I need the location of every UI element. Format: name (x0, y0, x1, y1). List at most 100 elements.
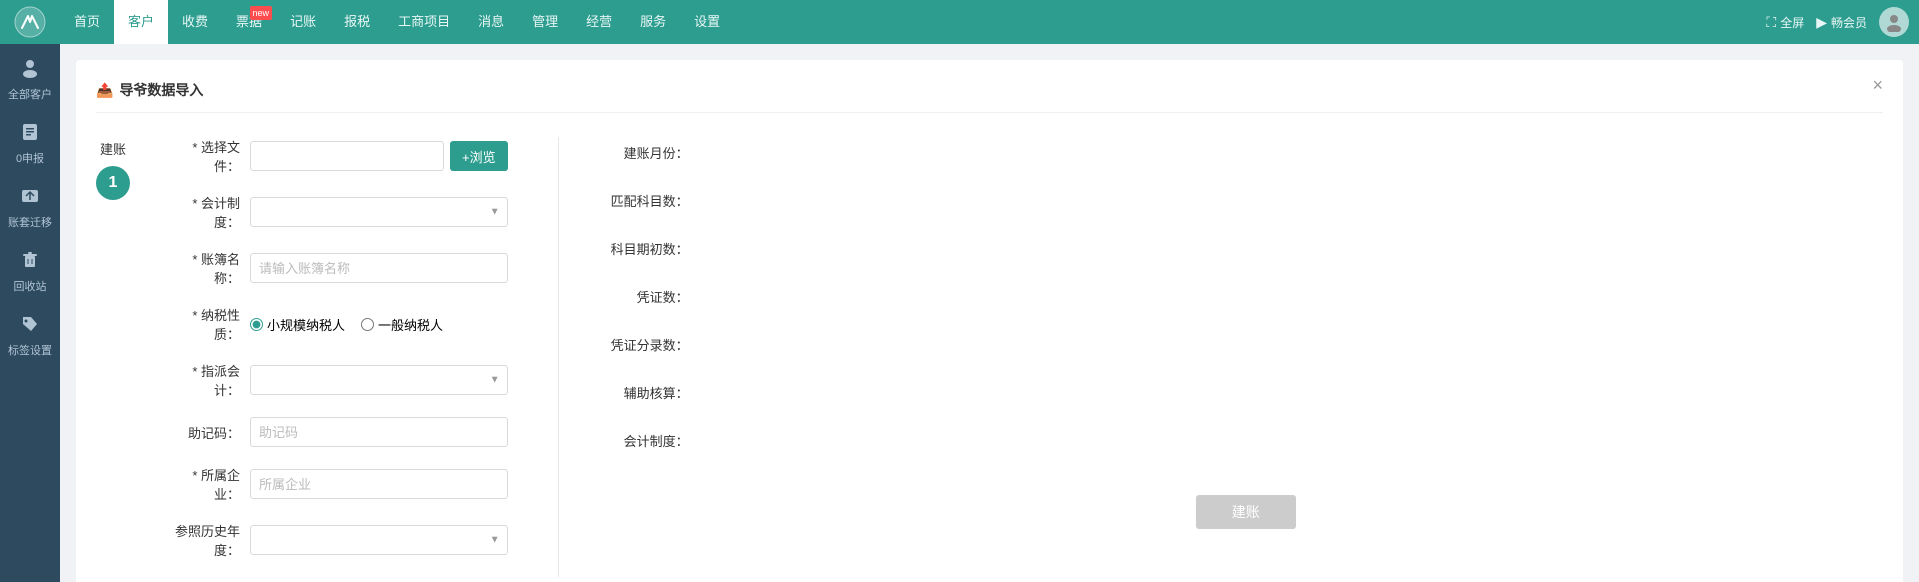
info-accounting-value (699, 425, 1883, 455)
match-value (699, 185, 1883, 215)
info-accounting-row: 会计制度： (609, 425, 1883, 455)
nav-home[interactable]: 首页 (60, 0, 114, 44)
memo-row: 助记码： (170, 417, 508, 447)
nav-service[interactable]: 服务 (626, 0, 680, 44)
nav-settings[interactable]: 设置 (680, 0, 734, 44)
accountant-select-wrapper: ▼ (250, 365, 508, 395)
period-label: 科目期初数： (609, 239, 699, 258)
accountant-label: * 指派会计： (170, 361, 250, 399)
nav-message[interactable]: 消息 (464, 0, 518, 44)
close-button[interactable]: × (1872, 76, 1883, 94)
submit-button[interactable]: 建账 (1196, 495, 1296, 529)
nav-bookkeeping[interactable]: 记账 (276, 0, 330, 44)
form-right: 建账月份： 匹配科目数： 科目期初数： 凭证数： (609, 137, 1883, 577)
sidebar-item-declaration[interactable]: 0申报 (0, 114, 60, 174)
tax-general-option[interactable]: 一般纳税人 (361, 315, 443, 334)
info-fields: 建账月份： 匹配科目数： 科目期初数： 凭证数： (609, 137, 1883, 455)
ledger-label: * 账簿名称： (170, 249, 250, 287)
tax-row: * 纳税性质： 小规模纳税人 一般纳税人 (170, 305, 508, 343)
company-label: * 所属企业： (170, 465, 250, 503)
auxiliary-label: 辅助核算： (609, 383, 699, 402)
voucher-row: 凭证数： (609, 281, 1883, 311)
nav-right: ⛶ 全屏 ▶ 畅会员 (1766, 7, 1909, 37)
nav-manage[interactable]: 管理 (518, 0, 572, 44)
member-btn[interactable]: ▶ 畅会员 (1816, 14, 1867, 31)
file-input[interactable] (250, 141, 444, 171)
sidebar: 全部客户 0申报 账套迁移 (0, 44, 60, 582)
accounting-row: * 会计制度： 小企业会计准则 企业会计准则 行政单位会计 ▼ (170, 193, 508, 231)
match-row: 匹配科目数： (609, 185, 1883, 215)
accountant-select[interactable] (250, 365, 508, 395)
submit-area: 建账 (609, 495, 1883, 529)
voucher-value (699, 281, 1883, 311)
voucher-entries-row: 凭证分录数： (609, 329, 1883, 359)
sidebar-item-tags[interactable]: 标签设置 (0, 306, 60, 366)
panel-title-icon: 📤 (96, 82, 113, 99)
history-select-wrapper: ▼ (250, 525, 508, 555)
info-accounting-label: 会计制度： (609, 431, 699, 450)
tax-small-option[interactable]: 小规模纳税人 (250, 315, 345, 334)
tax-radio-group: 小规模纳税人 一般纳税人 (250, 315, 443, 334)
logo (10, 2, 50, 42)
match-label: 匹配科目数： (609, 191, 699, 210)
nav-items: 首页 客户 收费 票据 new 记账 报税 工商项目 消息 管理 经营 服务 设… (60, 0, 1766, 44)
nav-invoice[interactable]: 票据 new (222, 0, 276, 44)
sidebar-item-label: 全部客户 (8, 86, 52, 102)
top-nav: 首页 客户 收费 票据 new 记账 报税 工商项目 消息 管理 经营 服务 设… (0, 0, 1919, 44)
history-row: 参照历史年度： ▼ (170, 521, 508, 559)
file-input-wrapper: +浏览 (250, 141, 508, 171)
ledger-row: * 账簿名称： (170, 249, 508, 287)
step-badge: 1 (96, 166, 130, 200)
history-label: 参照历史年度： (170, 521, 250, 559)
file-label: * 选择文件： (170, 137, 250, 175)
nav-business[interactable]: 工商项目 (384, 0, 464, 44)
month-label: 建账月份： (609, 143, 699, 162)
panel: 📤 导爷数据导入 × 建账 1 * 选择文件： (76, 60, 1903, 582)
voucher-entries-label: 凭证分录数： (609, 335, 699, 354)
auxiliary-value (699, 377, 1883, 407)
sidebar-item-all-customers[interactable]: 全部客户 (0, 50, 60, 110)
month-row: 建账月份： (609, 137, 1883, 167)
sidebar-item-trash[interactable]: 回收站 (0, 242, 60, 302)
memo-label: 助记码： (170, 423, 250, 442)
sidebar-item-migration[interactable]: 账套迁移 (0, 178, 60, 238)
declaration-icon (20, 122, 40, 147)
build-label: 建账 (100, 139, 126, 158)
trash-icon (20, 250, 40, 275)
nav-customer[interactable]: 客户 (114, 0, 168, 44)
accounting-select[interactable]: 小企业会计准则 企业会计准则 行政单位会计 (250, 197, 508, 227)
accountant-row: * 指派会计： ▼ (170, 361, 508, 399)
sidebar-item-label: 0申报 (16, 150, 44, 166)
memo-input[interactable] (250, 417, 508, 447)
file-row: * 选择文件： +浏览 (170, 137, 508, 175)
voucher-entries-value (699, 329, 1883, 359)
form-fields: * 选择文件： +浏览 * 会计制度： 小企业会计准则 (170, 137, 508, 577)
form-container: 建账 1 * 选择文件： +浏览 (96, 137, 1883, 577)
company-input[interactable] (250, 469, 508, 499)
migration-icon (20, 186, 40, 211)
fullscreen-btn[interactable]: ⛶ 全屏 (1766, 14, 1804, 31)
tags-icon (20, 314, 40, 339)
nav-billing[interactable]: 收费 (168, 0, 222, 44)
new-badge: new (250, 6, 273, 20)
sidebar-item-label: 账套迁移 (8, 214, 52, 230)
panel-title: 📤 导爷数据导入 (96, 80, 1883, 113)
main-layout: 全部客户 0申报 账套迁移 (0, 44, 1919, 582)
period-row: 科目期初数： (609, 233, 1883, 263)
browse-button[interactable]: +浏览 (450, 141, 508, 171)
form-divider (558, 137, 559, 577)
sidebar-item-label: 标签设置 (8, 342, 52, 358)
nav-tax[interactable]: 报税 (330, 0, 384, 44)
avatar[interactable] (1879, 7, 1909, 37)
nav-operation[interactable]: 经营 (572, 0, 626, 44)
sidebar-item-label: 回收站 (14, 278, 47, 294)
ledger-input[interactable] (250, 253, 508, 283)
accounting-select-wrapper: 小企业会计准则 企业会计准则 行政单位会计 ▼ (250, 197, 508, 227)
company-row: * 所属企业： (170, 465, 508, 503)
voucher-label: 凭证数： (609, 287, 699, 306)
period-value (699, 233, 1883, 263)
history-select[interactable] (250, 525, 508, 555)
form-left: 建账 1 (96, 137, 130, 577)
content-area: 📤 导爷数据导入 × 建账 1 * 选择文件： (60, 44, 1919, 582)
tax-label: * 纳税性质： (170, 305, 250, 343)
